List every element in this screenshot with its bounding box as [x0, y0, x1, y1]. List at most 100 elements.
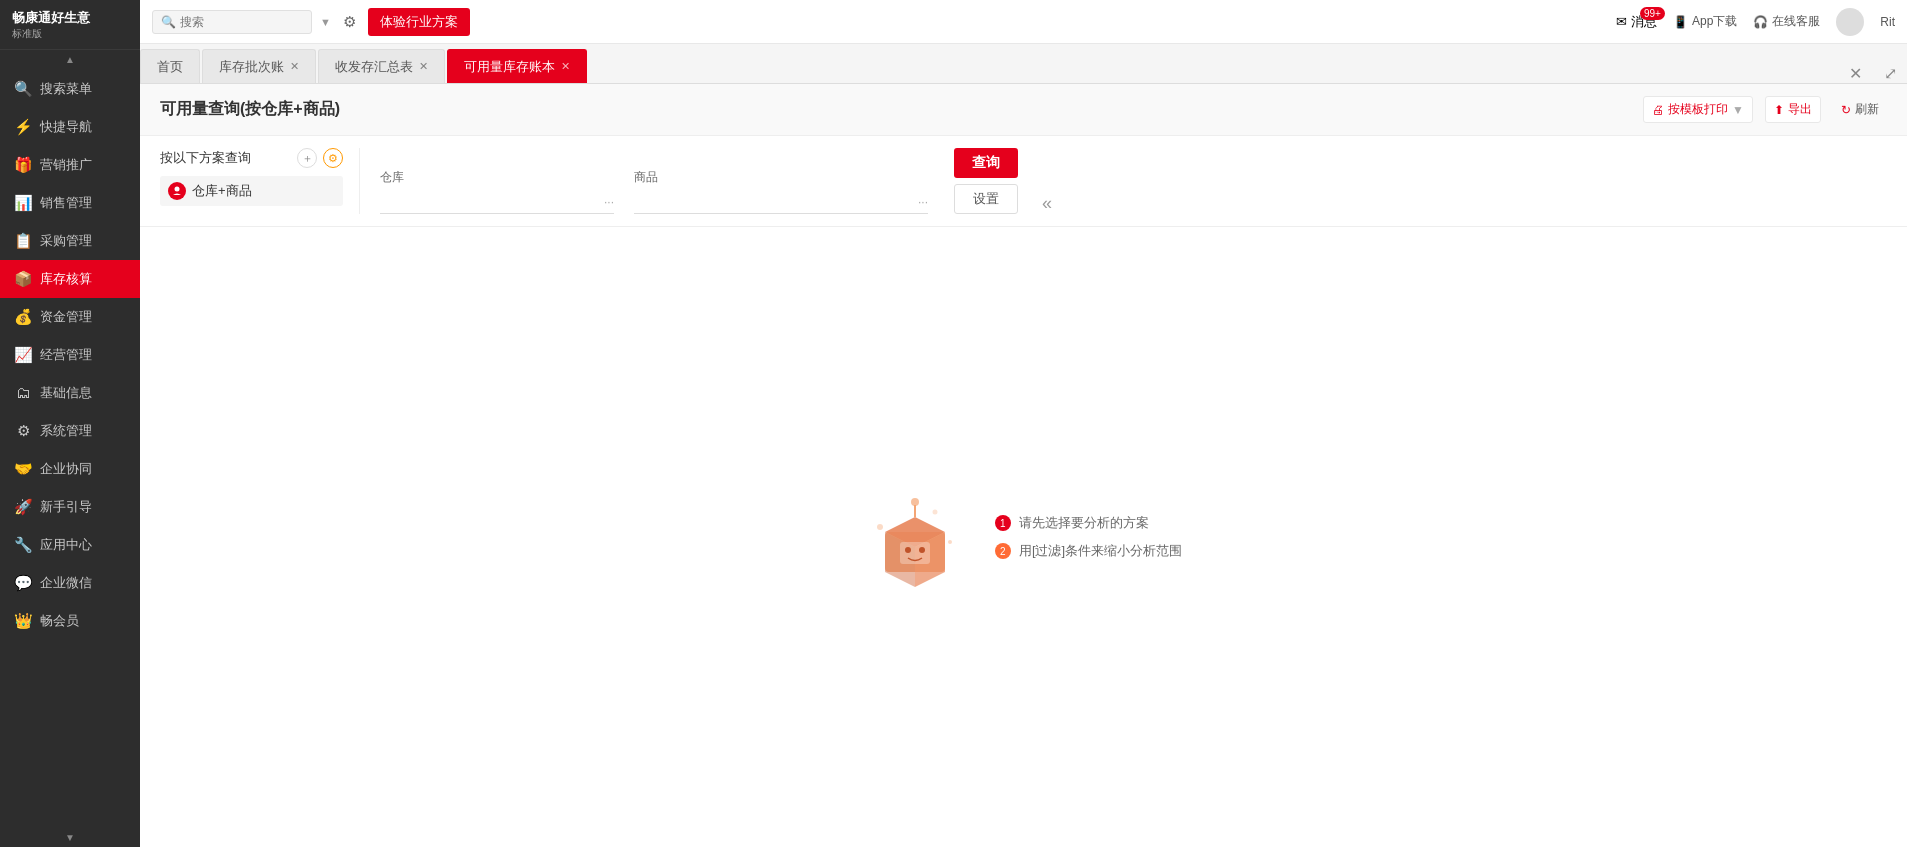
tip-text-1: 请先选择要分析的方案	[1019, 514, 1149, 532]
sidebar-item-operations[interactable]: 📈 经营管理	[0, 336, 140, 374]
sidebar-scroll-up[interactable]: ▲	[0, 50, 140, 70]
sidebar-item-system[interactable]: ⚙ 系统管理	[0, 412, 140, 450]
topbar-search-box[interactable]: 🔍	[152, 10, 312, 34]
sidebar-item-purchase[interactable]: 📋 采购管理	[0, 222, 140, 260]
print-template-button[interactable]: 🖨 按模板打印 ▼	[1643, 96, 1753, 123]
folder-icon: 🗂	[14, 384, 32, 401]
tabs-expand-button[interactable]: ⤢	[1874, 64, 1907, 83]
tab-available-ledger[interactable]: 可用量库存账本 ✕	[447, 49, 587, 83]
filter-icons: ＋ ⚙	[297, 148, 343, 168]
filter-right-panel: 仓库 ··· 商品 ···	[360, 148, 1887, 214]
scheme-icon	[168, 182, 186, 200]
gift-icon: 🎁	[14, 156, 32, 174]
export-icon: ⬆	[1774, 103, 1784, 117]
filter-fields: 仓库 ··· 商品 ···	[380, 169, 928, 214]
sidebar-item-search[interactable]: 🔍 搜索菜单	[0, 70, 140, 108]
edit-scheme-button[interactable]: ⚙	[323, 148, 343, 168]
message-button[interactable]: ✉ 消息 99+	[1616, 13, 1657, 31]
goods-input-box: ···	[634, 190, 928, 214]
operations-icon: 📈	[14, 346, 32, 364]
settings-icon[interactable]: ⚙	[339, 11, 360, 33]
query-button[interactable]: 查询	[954, 148, 1018, 178]
chevron-down-icon[interactable]: ▼	[320, 16, 331, 28]
sidebar-item-member[interactable]: 👑 畅会员	[0, 602, 140, 640]
user-avatar[interactable]	[1836, 8, 1864, 36]
sidebar-item-label: 畅会员	[40, 612, 79, 630]
sidebar-item-finance[interactable]: 💰 资金管理	[0, 298, 140, 336]
tab-batch-ledger[interactable]: 库存批次账 ✕	[202, 49, 316, 83]
warehouse-input[interactable]	[380, 194, 600, 209]
trial-button[interactable]: 体验行业方案	[368, 8, 470, 36]
tab-close-icon[interactable]: ✕	[290, 60, 299, 73]
sidebar-item-appcenter[interactable]: 🔧 应用中心	[0, 526, 140, 564]
tab-batch-ledger-label: 库存批次账	[219, 58, 284, 76]
mobile-icon: 📱	[1673, 15, 1688, 29]
wechat-icon: 💬	[14, 574, 32, 592]
sidebar-item-label: 基础信息	[40, 384, 92, 402]
search-icon: 🔍	[161, 15, 176, 29]
tab-close-icon[interactable]: ✕	[561, 60, 570, 73]
search-icon: 🔍	[14, 80, 32, 98]
brand-name: 畅康通好生意	[12, 10, 128, 27]
sidebar-item-marketing[interactable]: 🎁 营销推广	[0, 146, 140, 184]
money-icon: 💰	[14, 308, 32, 326]
printer-icon: 🖨	[1652, 103, 1664, 117]
warehouse-more-button[interactable]: ···	[604, 195, 614, 209]
scheme-item-warehouse-goods[interactable]: 仓库+商品	[160, 176, 343, 206]
filter-collapse-button[interactable]: «	[1042, 193, 1052, 214]
chevron-down-icon: ▼	[1732, 103, 1744, 117]
svg-point-9	[911, 498, 919, 506]
tip-item-2: 2 用[过滤]条件来缩小分析范围	[995, 542, 1182, 560]
sidebar-item-label: 企业微信	[40, 574, 92, 592]
empty-tips: 1 请先选择要分析的方案 2 用[过滤]条件来缩小分析范围	[995, 514, 1182, 560]
goods-input[interactable]	[634, 194, 914, 209]
search-input[interactable]	[180, 15, 300, 29]
tabs-close-all-button[interactable]: ✕	[1837, 64, 1874, 83]
app-download-button[interactable]: 📱 App下载	[1673, 13, 1737, 30]
online-service-button[interactable]: 🎧 在线客服	[1753, 13, 1820, 30]
empty-state: 1 请先选择要分析的方案 2 用[过滤]条件来缩小分析范围	[140, 227, 1907, 847]
sidebar-brand: 畅康通好生意 标准版	[0, 0, 140, 50]
tabs-bar: 首页 库存批次账 ✕ 收发存汇总表 ✕ 可用量库存账本 ✕ ✕ ⤢	[140, 44, 1907, 84]
filter-section-label: 按以下方案查询	[160, 149, 251, 167]
setting-button[interactable]: 设置	[954, 184, 1018, 214]
sidebar-item-enterprise[interactable]: 🤝 企业协同	[0, 450, 140, 488]
warehouse-filter-field: 仓库 ···	[380, 169, 614, 214]
clipboard-icon: 📋	[14, 232, 32, 250]
tool-icon: 🔧	[14, 536, 32, 554]
content-area: 可用量查询(按仓库+商品) 🖨 按模板打印 ▼ ⬆ 导出 ↻ 刷新	[140, 84, 1907, 847]
sidebar-item-sales[interactable]: 📊 销售管理	[0, 184, 140, 222]
tab-home[interactable]: 首页	[140, 49, 200, 83]
sidebar-item-label: 企业协同	[40, 460, 92, 478]
topbar: 🔍 ▼ ⚙ 体验行业方案 ✉ 消息 99+ 📱 App下载 🎧 在线客服 Rit	[140, 0, 1907, 44]
sidebar-item-label: 新手引导	[40, 498, 92, 516]
empty-illustration	[865, 487, 965, 587]
sidebar-item-label: 营销推广	[40, 156, 92, 174]
sidebar-item-label: 搜索菜单	[40, 80, 92, 98]
brand-sub: 标准版	[12, 27, 128, 41]
tab-close-icon[interactable]: ✕	[419, 60, 428, 73]
chart-icon: 📊	[14, 194, 32, 212]
tab-receipt-summary[interactable]: 收发存汇总表 ✕	[318, 49, 445, 83]
sidebar-scroll-down[interactable]: ▼	[0, 827, 140, 847]
sidebar-item-basic[interactable]: 🗂 基础信息	[0, 374, 140, 412]
page-title: 可用量查询(按仓库+商品)	[160, 99, 340, 120]
refresh-button[interactable]: ↻ 刷新	[1833, 97, 1887, 122]
add-scheme-button[interactable]: ＋	[297, 148, 317, 168]
svg-point-7	[919, 547, 925, 553]
sidebar: 畅康通好生意 标准版 ▲ 🔍 搜索菜单 ⚡ 快捷导航 🎁 营销推广 📊 销售管理…	[0, 0, 140, 847]
service-label: 在线客服	[1772, 13, 1820, 30]
goods-more-button[interactable]: ···	[918, 195, 928, 209]
warehouse-input-box: ···	[380, 190, 614, 214]
sidebar-item-inventory[interactable]: 📦 库存核算	[0, 260, 140, 298]
app-label: App下载	[1692, 13, 1737, 30]
sidebar-item-wechat[interactable]: 💬 企业微信	[0, 564, 140, 602]
export-button[interactable]: ⬆ 导出	[1765, 96, 1821, 123]
sidebar-item-shortcut[interactable]: ⚡ 快捷导航	[0, 108, 140, 146]
username-label[interactable]: Rit	[1880, 15, 1895, 29]
sidebar-item-label: 经营管理	[40, 346, 92, 364]
tip-num-2: 2	[995, 543, 1011, 559]
sidebar-item-guide[interactable]: 🚀 新手引导	[0, 488, 140, 526]
sidebar-item-label: 采购管理	[40, 232, 92, 250]
main-area: 🔍 ▼ ⚙ 体验行业方案 ✉ 消息 99+ 📱 App下载 🎧 在线客服 Rit	[140, 0, 1907, 847]
